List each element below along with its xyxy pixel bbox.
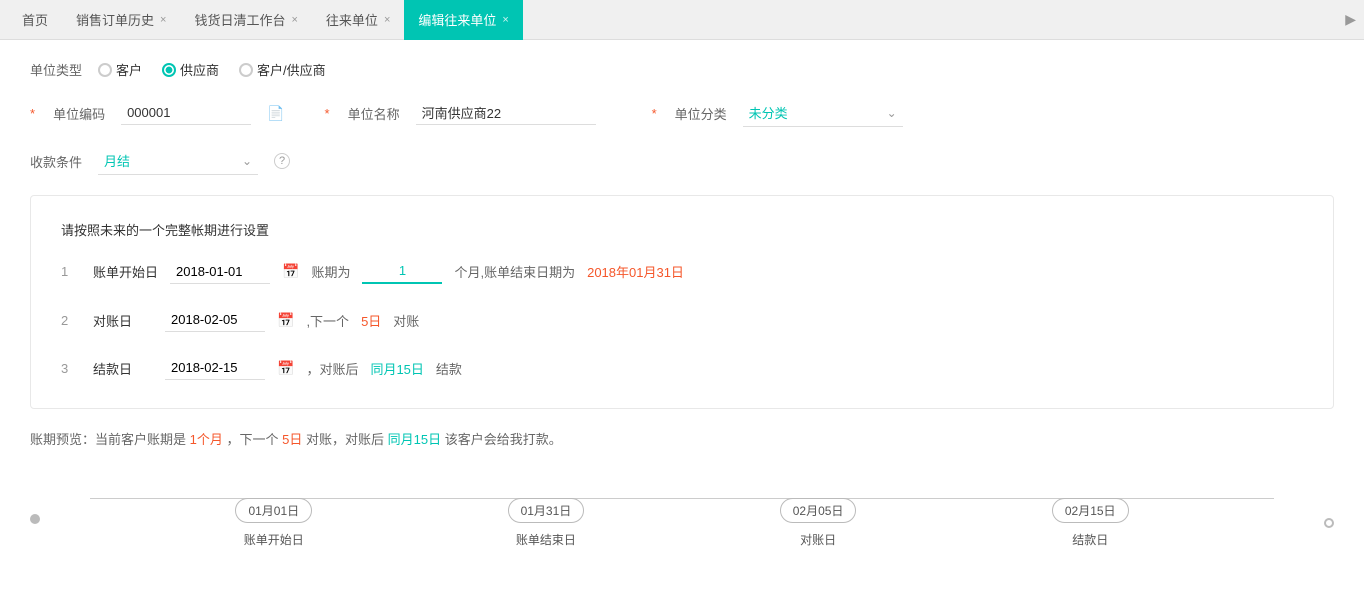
period-months-input[interactable] [362,259,442,284]
tab-home-label: 首页 [22,10,48,29]
tab-sales-history-label: 销售订单历史 [76,10,154,29]
unit-category-value: 未分类 [749,103,883,122]
radio-supplier-circle [162,63,176,77]
period-desc-prefix-2: ,下一个 [306,311,349,330]
unit-name-input[interactable] [416,101,596,125]
radio-both[interactable]: 客户/供应商 [239,60,326,79]
page-content: 单位类型 客户 供应商 客户/供应商 * 单位编码 📄 * 单位名称 * 单位分… [0,40,1364,608]
period-date-2[interactable] [165,308,265,332]
period-date-3[interactable] [165,356,265,380]
tab-bar: 首页 销售订单历史 × 钱货日清工作台 × 往来单位 × 编辑往来单位 × ▶ [0,0,1364,40]
preview-section: 账期预览：当前客户账期是 1个月 ，下一个 5日 对账，对账后 同月15日 该客… [30,429,1334,458]
period-desc-suffix-3: 结款 [436,359,462,378]
period-desc-suffix-1: 个月,账单结束日期为 [454,262,575,281]
timeline-node-3: 02月05日 [780,498,857,523]
period-label-2: 对账日 [93,311,153,330]
timeline-item-4: 02月15日 结款日 [1052,498,1129,548]
timeline-item-3: 02月05日 对账日 [780,498,857,548]
unit-category-required: * [652,106,657,121]
payment-terms-select[interactable]: 月结 ⌄ [98,147,258,175]
period-row-2: 2 对账日 📅 ,下一个 5日 对账 [61,308,1303,332]
payment-terms-arrow: ⌄ [242,154,252,168]
unit-name-required: * [325,106,330,121]
timeline-node-label-2: 账单结束日 [516,531,576,548]
tab-partner[interactable]: 往来单位 × [312,0,404,40]
period-label-1: 账单开始日 [93,262,158,281]
period-settings-box: 请按照未来的一个完整帐期进行设置 1 账单开始日 📅 账期为 个月,账单结束日期… [30,195,1334,409]
radio-both-label: 客户/供应商 [257,60,326,79]
radio-customer-label: 客户 [116,60,142,79]
unit-code-input[interactable] [121,101,251,125]
timeline-node-1: 01月01日 [235,498,312,523]
preview-part3: 同月15日 [388,432,441,447]
radio-group-unit-type: 客户 供应商 客户/供应商 [98,60,326,79]
radio-supplier-label: 供应商 [180,60,219,79]
unit-code-label: 单位编码 [53,104,105,123]
preview-mid1: ，下一个 [227,432,279,447]
unit-category-select[interactable]: 未分类 ⌄ [743,99,903,127]
period-num-1: 1 [61,264,81,279]
timeline-node-label-4: 结款日 [1072,531,1108,548]
radio-supplier[interactable]: 供应商 [162,60,219,79]
unit-info-row: * 单位编码 📄 * 单位名称 * 单位分类 未分类 ⌄ [30,99,1334,127]
tab-edit-partner-label: 编辑往来单位 [418,10,496,29]
tab-sales-history-close[interactable]: × [160,14,166,26]
timeline-node-label-1: 账单开始日 [244,531,304,548]
timeline-item-2: 01月31日 账单结束日 [508,498,585,548]
tab-home[interactable]: 首页 [8,0,62,40]
radio-customer-circle [98,63,112,77]
payment-terms-help[interactable]: ? [274,153,290,169]
timeline-items: 01月01日 账单开始日 01月31日 账单结束日 02月05日 对账日 02月… [30,498,1334,548]
timeline: 01月01日 账单开始日 01月31日 账单结束日 02月05日 对账日 02月… [30,478,1334,578]
period-date-1-icon[interactable]: 📅 [282,263,299,280]
unit-code-icon[interactable]: 📄 [267,105,284,122]
payment-terms-value: 月结 [104,151,238,170]
tab-bar-arrow[interactable]: ▶ [1345,11,1356,28]
period-date-1[interactable] [170,260,270,284]
tab-cash-work[interactable]: 钱货日清工作台 × [180,0,311,40]
payment-terms-label: 收款条件 [30,152,82,171]
period-desc-prefix-3: ，对账后 [306,359,358,378]
period-row-3: 3 结款日 📅 ，对账后 同月15日 结款 [61,356,1303,380]
timeline-node-label-3: 对账日 [800,531,836,548]
period-highlight-3: 同月15日 [370,359,423,378]
period-highlight-2: 5日 [361,311,381,330]
period-date-3-icon[interactable]: 📅 [277,360,294,377]
tab-edit-partner[interactable]: 编辑往来单位 × [404,0,522,40]
radio-both-circle [239,63,253,77]
period-row-1: 1 账单开始日 📅 账期为 个月,账单结束日期为 2018年01月31日 [61,259,1303,284]
unit-category-label: 单位分类 [675,104,727,123]
period-box-title: 请按照未来的一个完整帐期进行设置 [61,220,1303,239]
period-desc-prefix-1: 账期为 [311,262,350,281]
preview-mid2: 对账，对账后 [306,432,384,447]
period-label-3: 结款日 [93,359,153,378]
timeline-node-4: 02月15日 [1052,498,1129,523]
tab-partner-close[interactable]: × [384,14,390,26]
preview-part1: 1个月 [190,432,223,447]
period-date-2-icon[interactable]: 📅 [277,312,294,329]
unit-code-required: * [30,106,35,121]
payment-terms-row: 收款条件 月结 ⌄ ? [30,147,1334,175]
timeline-item-1: 01月01日 账单开始日 [235,498,312,548]
tab-cash-work-close[interactable]: × [291,14,297,26]
period-num-2: 2 [61,313,81,328]
unit-name-label: 单位名称 [348,104,400,123]
period-desc-suffix-2: 对账 [393,311,419,330]
preview-part2: 5日 [282,432,302,447]
tab-sales-history[interactable]: 销售订单历史 × [62,0,180,40]
radio-customer[interactable]: 客户 [98,60,142,79]
timeline-node-2: 01月31日 [508,498,585,523]
unit-type-label: 单位类型 [30,60,82,79]
tab-cash-work-label: 钱货日清工作台 [194,10,285,29]
unit-category-arrow: ⌄ [887,106,897,120]
tab-edit-partner-close[interactable]: × [502,14,508,26]
preview-suffix: 该客户会给我打款。 [445,432,562,447]
timeline-start-dot [30,514,40,524]
timeline-end-dot [1324,518,1334,528]
tab-partner-label: 往来单位 [326,10,378,29]
period-end-date-1: 2018年01月31日 [587,262,684,281]
unit-type-row: 单位类型 客户 供应商 客户/供应商 [30,60,1334,79]
preview-prefix: 账期预览：当前客户账期是 [30,432,186,447]
period-num-3: 3 [61,361,81,376]
